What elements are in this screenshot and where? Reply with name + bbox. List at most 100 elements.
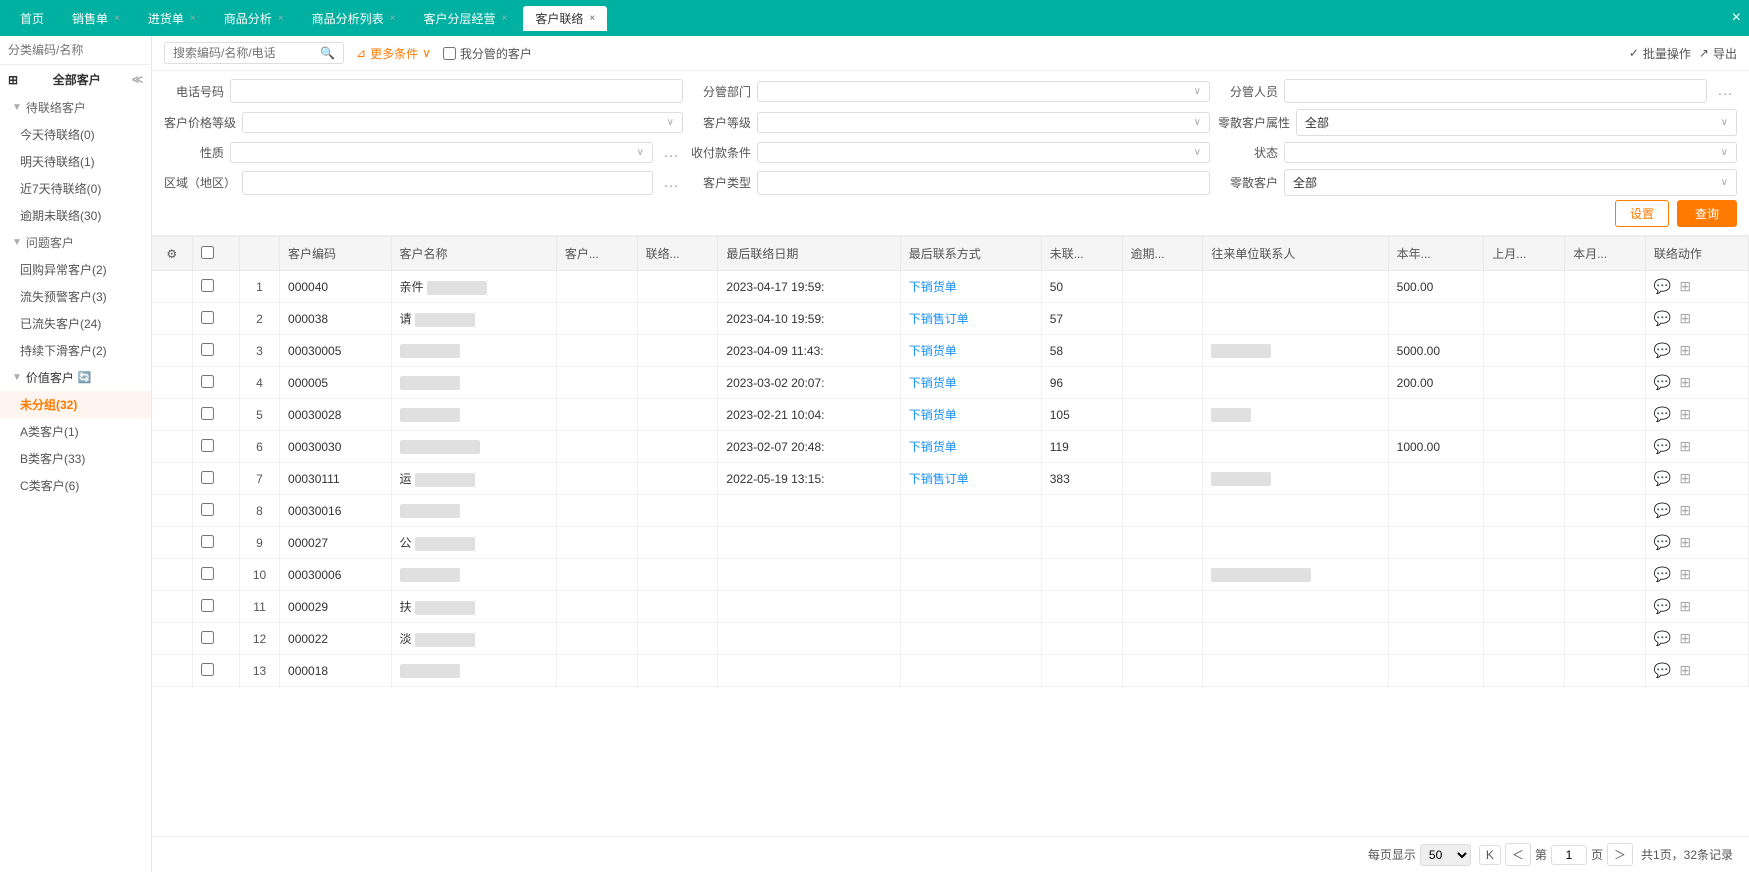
more-conditions-button[interactable]: ⊿ 更多条件 ∨ [356, 45, 431, 62]
next-page-button[interactable]: ＞ [1607, 843, 1633, 866]
settings-column-header[interactable]: ⚙ [152, 237, 192, 271]
close-sales-tab[interactable]: × [114, 13, 120, 24]
select-all-checkbox[interactable] [201, 246, 214, 259]
contact-method-link[interactable]: 下销货单 [909, 408, 957, 422]
first-page-button[interactable]: K [1479, 845, 1501, 865]
contact-method-link[interactable]: 下销货单 [909, 376, 957, 390]
message-action-icon[interactable]: 💬 [1654, 534, 1671, 551]
row-checkbox[interactable] [201, 663, 214, 676]
sidebar-item-overdue[interactable]: 逾期未联络(30) [0, 202, 151, 229]
message-action-icon[interactable]: 💬 [1654, 310, 1671, 327]
reset-button[interactable]: 设置 [1615, 200, 1669, 227]
sidebar-item-c-class[interactable]: C类客户(6) [0, 472, 151, 499]
close-analysis-list-tab[interactable]: × [390, 13, 396, 24]
row-checkbox[interactable] [201, 311, 214, 324]
grid-action-icon[interactable]: ⊞ [1679, 630, 1691, 647]
row-checkbox[interactable] [201, 471, 214, 484]
row-settings[interactable] [152, 559, 192, 591]
grid-action-icon[interactable]: ⊞ [1679, 662, 1691, 679]
grid-action-icon[interactable]: ⊞ [1679, 310, 1691, 327]
grid-action-icon[interactable]: ⊞ [1679, 566, 1691, 583]
region-more-button[interactable]: … [659, 174, 683, 192]
export-button[interactable]: ↗ 导出 [1699, 45, 1737, 62]
customer-level-select[interactable]: ∨ [757, 112, 1210, 133]
message-action-icon[interactable]: 💬 [1654, 502, 1671, 519]
message-action-icon[interactable]: 💬 [1654, 406, 1671, 423]
sidebar-item-no-group[interactable]: 未分组(32) [0, 391, 151, 418]
grid-action-icon[interactable]: ⊞ [1679, 502, 1691, 519]
row-settings[interactable] [152, 271, 192, 303]
grid-action-icon[interactable]: ⊞ [1679, 438, 1691, 455]
retail-select[interactable]: 全部 ∨ [1284, 169, 1737, 196]
query-button[interactable]: 查询 [1677, 200, 1737, 227]
collapse-sidebar-button[interactable]: ≪ [131, 73, 143, 86]
tab-home[interactable]: 首页 [8, 6, 56, 31]
contact-method-link[interactable]: 下销售订单 [909, 472, 969, 486]
row-settings[interactable] [152, 495, 192, 527]
per-page-select[interactable]: 50 100 [1420, 844, 1471, 866]
row-settings[interactable] [152, 335, 192, 367]
nature-select[interactable]: ∨ [230, 142, 653, 163]
grid-action-icon[interactable]: ⊞ [1679, 374, 1691, 391]
close-contact-tab[interactable]: × [589, 13, 595, 24]
all-customers-header[interactable]: ⊞ 全部客户 ≪ [0, 65, 151, 94]
my-customers-checkbox[interactable]: 我分管的客户 [443, 45, 532, 62]
sidebar-item-tomorrow[interactable]: 明天待联络(1) [0, 148, 151, 175]
sidebar-item-today[interactable]: 今天待联络(0) [0, 121, 151, 148]
search-icon[interactable]: 🔍 [320, 46, 335, 60]
grid-action-icon[interactable]: ⊞ [1679, 534, 1691, 551]
contact-method-link[interactable]: 下销货单 [909, 440, 957, 454]
retail-attr-select[interactable]: 全部 ∨ [1296, 109, 1737, 136]
row-checkbox[interactable] [201, 439, 214, 452]
sidebar-item-a-class[interactable]: A类客户(1) [0, 418, 151, 445]
row-checkbox[interactable] [201, 631, 214, 644]
sidebar-group-pending[interactable]: ▼ 待联络客户 [0, 94, 151, 121]
sidebar-item-week[interactable]: 近7天待联络(0) [0, 175, 151, 202]
message-action-icon[interactable]: 💬 [1654, 470, 1671, 487]
grid-action-icon[interactable]: ⊞ [1679, 278, 1691, 295]
row-checkbox[interactable] [201, 599, 214, 612]
nature-more-button[interactable]: … [659, 144, 683, 162]
contact-method-link[interactable]: 下销货单 [909, 344, 957, 358]
message-action-icon[interactable]: 💬 [1654, 278, 1671, 295]
customer-type-input[interactable] [757, 171, 1210, 195]
row-settings[interactable] [152, 431, 192, 463]
staff-more-button[interactable]: … [1713, 82, 1737, 100]
sidebar-item-lost[interactable]: 已流失客户(24) [0, 310, 151, 337]
my-customers-check[interactable] [443, 47, 456, 60]
grid-action-icon[interactable]: ⊞ [1679, 470, 1691, 487]
row-checkbox[interactable] [201, 535, 214, 548]
tab-purchase[interactable]: 进货单 × [136, 6, 208, 31]
row-settings[interactable] [152, 527, 192, 559]
tab-analysis-list[interactable]: 商品分析列表 × [300, 6, 408, 31]
row-settings[interactable] [152, 623, 192, 655]
staff-input[interactable] [1284, 79, 1707, 103]
row-settings[interactable] [152, 591, 192, 623]
close-all-button[interactable]: × [1732, 9, 1741, 27]
row-settings[interactable] [152, 655, 192, 687]
contact-method-link[interactable]: 下销售订单 [909, 312, 969, 326]
row-settings[interactable] [152, 399, 192, 431]
sidebar-item-declining[interactable]: 持续下滑客户(2) [0, 337, 151, 364]
status-select[interactable]: ∨ [1284, 142, 1737, 163]
sidebar-item-b-class[interactable]: B类客户(33) [0, 445, 151, 472]
batch-op-button[interactable]: ✓ 批量操作 [1629, 45, 1691, 62]
sidebar-item-abnormal[interactable]: 回购异常客户(2) [0, 256, 151, 283]
row-checkbox[interactable] [201, 567, 214, 580]
tab-analysis[interactable]: 商品分析 × [212, 6, 296, 31]
grid-action-icon[interactable]: ⊞ [1679, 406, 1691, 423]
prev-page-button[interactable]: ＜ [1505, 843, 1531, 866]
message-action-icon[interactable]: 💬 [1654, 630, 1671, 647]
price-level-select[interactable]: ∨ [242, 112, 683, 133]
message-action-icon[interactable]: 💬 [1654, 662, 1671, 679]
close-analysis-tab[interactable]: × [278, 13, 284, 24]
tab-sales[interactable]: 销售单 × [60, 6, 132, 31]
row-checkbox[interactable] [201, 375, 214, 388]
message-action-icon[interactable]: 💬 [1654, 566, 1671, 583]
page-number-input[interactable] [1551, 845, 1587, 865]
message-action-icon[interactable]: 💬 [1654, 374, 1671, 391]
message-action-icon[interactable]: 💬 [1654, 342, 1671, 359]
row-checkbox[interactable] [201, 343, 214, 356]
row-settings[interactable] [152, 367, 192, 399]
payment-select[interactable]: ∨ [757, 142, 1210, 163]
